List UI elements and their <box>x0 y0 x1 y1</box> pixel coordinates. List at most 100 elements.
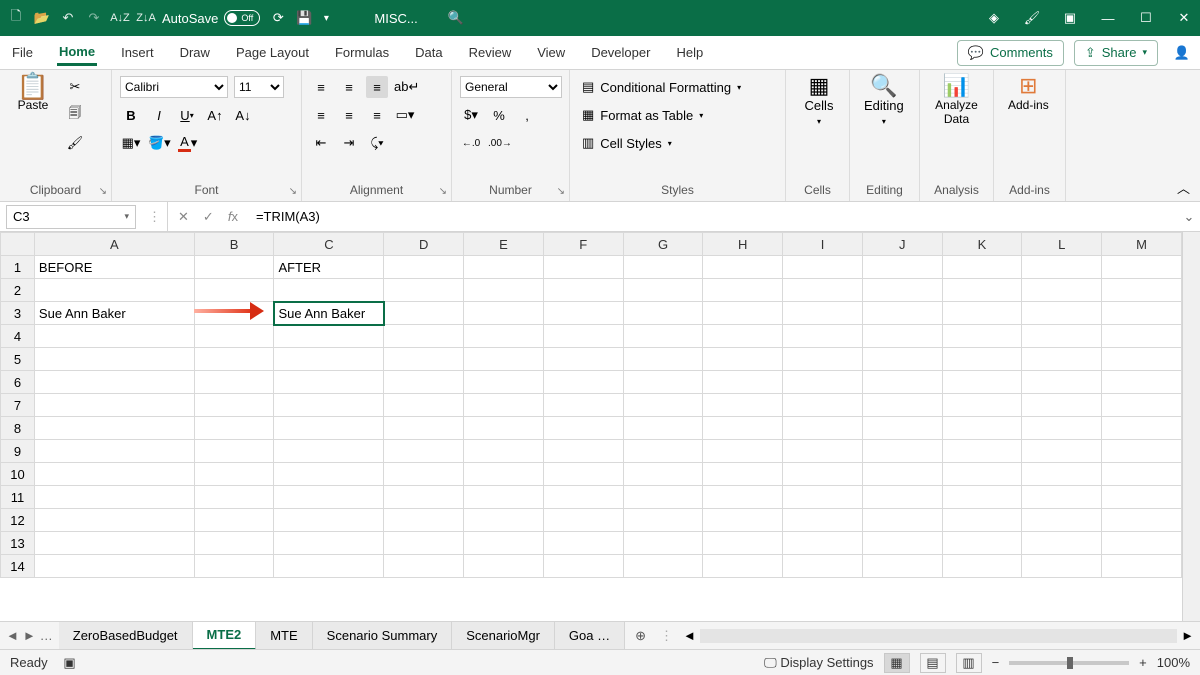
select-all-corner[interactable] <box>1 233 35 256</box>
cell-C12[interactable] <box>274 509 384 532</box>
sheet-nav-prev-icon[interactable]: ◄ <box>6 628 19 643</box>
cell-B8[interactable] <box>194 417 274 440</box>
cell-G9[interactable] <box>623 440 703 463</box>
cell-K6[interactable] <box>942 371 1022 394</box>
cell-A4[interactable] <box>34 325 194 348</box>
wrap-text-icon[interactable]: ab↵ <box>394 76 419 98</box>
cell-B1[interactable] <box>194 256 274 279</box>
cell-K10[interactable] <box>942 463 1022 486</box>
cell-M1[interactable] <box>1102 256 1182 279</box>
column-header[interactable]: G <box>623 233 703 256</box>
font-launcher-icon[interactable]: ↘ <box>289 186 297 197</box>
page-layout-view-button[interactable]: ▤ <box>920 653 946 673</box>
cell-K2[interactable] <box>942 279 1022 302</box>
cell-L10[interactable] <box>1022 463 1102 486</box>
cell-D7[interactable] <box>384 394 464 417</box>
cell-C9[interactable] <box>274 440 384 463</box>
row-header[interactable]: 5 <box>1 348 35 371</box>
cell-I7[interactable] <box>783 394 863 417</box>
cell-A2[interactable] <box>34 279 194 302</box>
cell-J2[interactable] <box>862 279 942 302</box>
cell-F6[interactable] <box>543 371 623 394</box>
cell-E11[interactable] <box>464 486 544 509</box>
cell-C13[interactable] <box>274 532 384 555</box>
cell-G14[interactable] <box>623 555 703 578</box>
cell-J7[interactable] <box>862 394 942 417</box>
cell-H8[interactable] <box>703 417 783 440</box>
column-header[interactable]: J <box>862 233 942 256</box>
cell-H3[interactable] <box>703 302 783 325</box>
collapse-ribbon-icon[interactable]: ︿ <box>1167 174 1200 201</box>
new-file-icon[interactable]: 🗋 <box>8 10 24 26</box>
cell-L14[interactable] <box>1022 555 1102 578</box>
cell-F12[interactable] <box>543 509 623 532</box>
cell-E6[interactable] <box>464 371 544 394</box>
cell-H6[interactable] <box>703 371 783 394</box>
cell-G8[interactable] <box>623 417 703 440</box>
cell-J13[interactable] <box>862 532 942 555</box>
tab-formulas[interactable]: Formulas <box>333 41 391 64</box>
addins-button[interactable]: ⊞Add-ins <box>1002 76 1055 114</box>
align-middle-icon[interactable]: ≡ <box>338 76 360 98</box>
cell-H2[interactable] <box>703 279 783 302</box>
cell-C6[interactable] <box>274 371 384 394</box>
cell-I4[interactable] <box>783 325 863 348</box>
clipboard-launcher-icon[interactable]: ↘ <box>99 186 107 197</box>
column-header[interactable]: M <box>1102 233 1182 256</box>
cell-J6[interactable] <box>862 371 942 394</box>
tab-home[interactable]: Home <box>57 40 97 66</box>
row-header[interactable]: 13 <box>1 532 35 555</box>
cell-C1[interactable]: AFTER <box>274 256 384 279</box>
tab-view[interactable]: View <box>535 41 567 64</box>
cell-B6[interactable] <box>194 371 274 394</box>
column-header[interactable]: B <box>194 233 274 256</box>
cell-J1[interactable] <box>862 256 942 279</box>
cell-D14[interactable] <box>384 555 464 578</box>
increase-font-icon[interactable]: A↑ <box>204 104 226 126</box>
cell-D6[interactable] <box>384 371 464 394</box>
cell-M13[interactable] <box>1102 532 1182 555</box>
cell-L4[interactable] <box>1022 325 1102 348</box>
cell-M9[interactable] <box>1102 440 1182 463</box>
format-as-table-button[interactable]: ▦Format as Table▾ <box>578 104 745 126</box>
increase-indent-icon[interactable]: ⇥ <box>338 132 360 154</box>
comma-icon[interactable]: , <box>516 104 538 126</box>
tab-insert[interactable]: Insert <box>119 41 156 64</box>
cell-K8[interactable] <box>942 417 1022 440</box>
sheet-nav-more-icon[interactable]: … <box>40 628 53 643</box>
cell-C5[interactable] <box>274 348 384 371</box>
align-right-icon[interactable]: ≡ <box>366 104 388 126</box>
cell-D9[interactable] <box>384 440 464 463</box>
cell-J4[interactable] <box>862 325 942 348</box>
add-sheet-button[interactable]: ⊕ <box>625 628 656 644</box>
sheet-nav-next-icon[interactable]: ► <box>23 628 36 643</box>
window-mode-icon[interactable]: ▣ <box>1062 10 1078 26</box>
cell-A9[interactable] <box>34 440 194 463</box>
cell-M7[interactable] <box>1102 394 1182 417</box>
cell-A5[interactable] <box>34 348 194 371</box>
cell-M12[interactable] <box>1102 509 1182 532</box>
cell-B14[interactable] <box>194 555 274 578</box>
underline-button[interactable]: U▾ <box>176 104 198 126</box>
cell-F4[interactable] <box>543 325 623 348</box>
row-header[interactable]: 12 <box>1 509 35 532</box>
cell-G13[interactable] <box>623 532 703 555</box>
cell-E12[interactable] <box>464 509 544 532</box>
cell-L5[interactable] <box>1022 348 1102 371</box>
tab-page-layout[interactable]: Page Layout <box>234 41 311 64</box>
cell-K3[interactable] <box>942 302 1022 325</box>
sheet-tab[interactable]: MTE2 <box>193 622 257 650</box>
vertical-scrollbar[interactable] <box>1182 232 1200 621</box>
search-icon[interactable]: 🔍 <box>448 10 464 26</box>
cell-E7[interactable] <box>464 394 544 417</box>
cell-I2[interactable] <box>783 279 863 302</box>
cell-H1[interactable] <box>703 256 783 279</box>
account-icon[interactable]: 👤 <box>1174 45 1190 61</box>
cell-F9[interactable] <box>543 440 623 463</box>
cell-K9[interactable] <box>942 440 1022 463</box>
zoom-in-button[interactable]: + <box>1139 655 1147 670</box>
cell-I8[interactable] <box>783 417 863 440</box>
cell-F7[interactable] <box>543 394 623 417</box>
cell-F1[interactable] <box>543 256 623 279</box>
cell-L2[interactable] <box>1022 279 1102 302</box>
